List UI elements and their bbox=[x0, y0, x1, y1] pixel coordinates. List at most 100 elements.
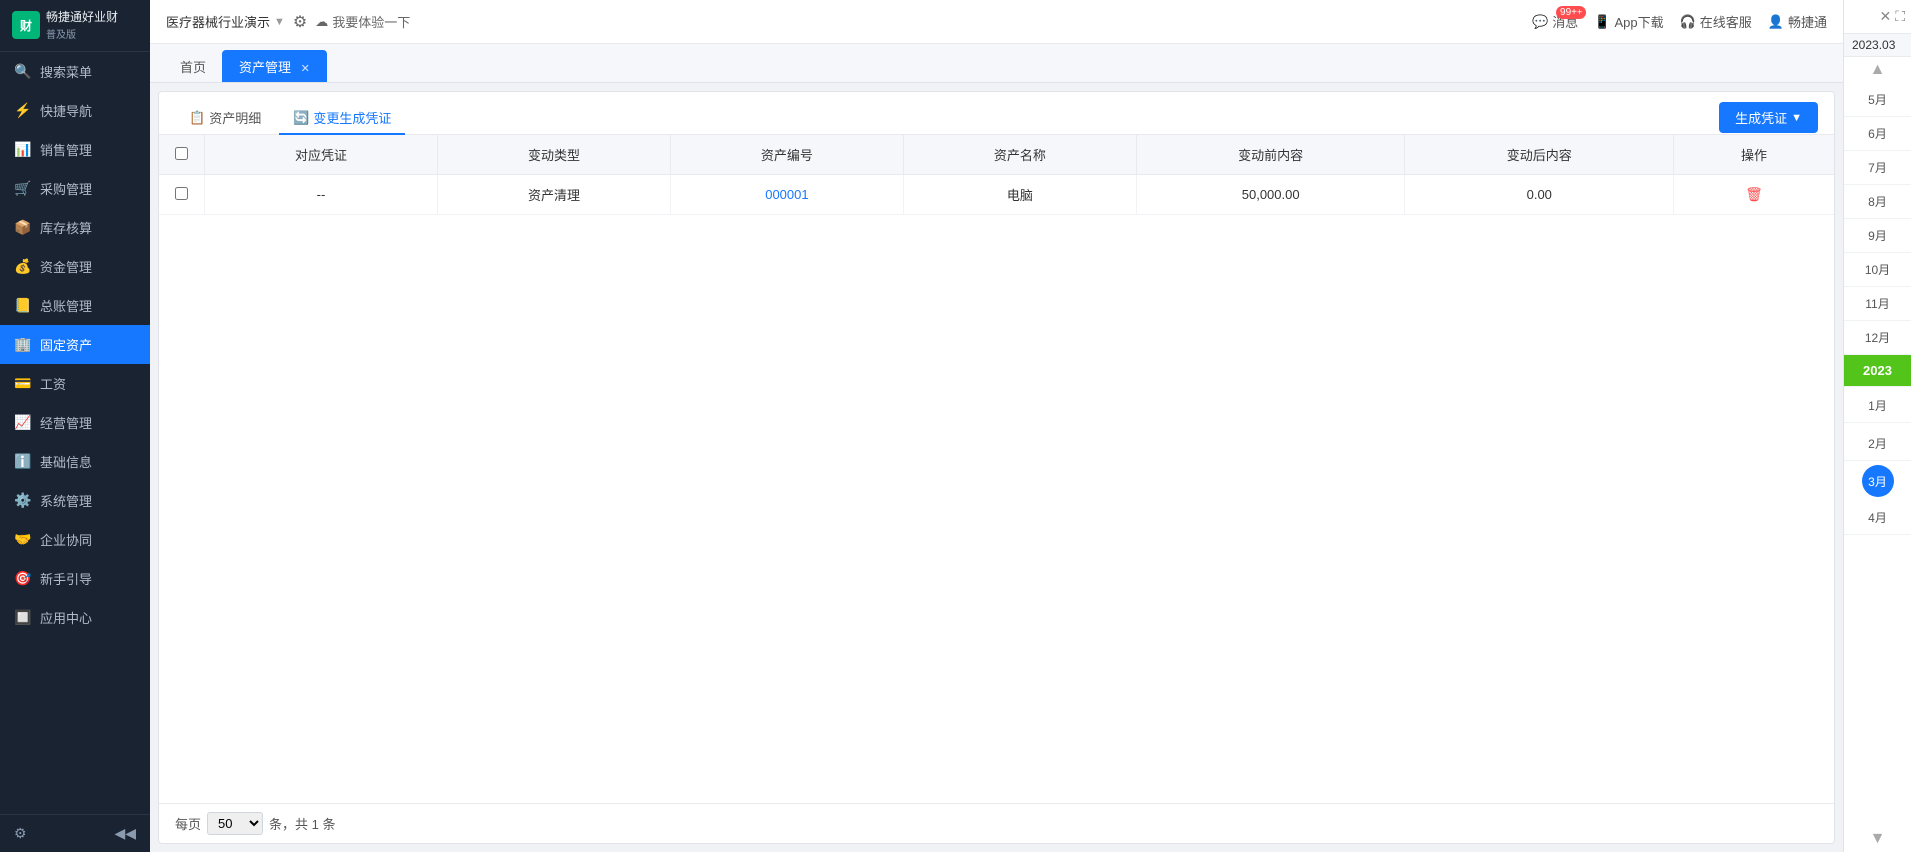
sidebar-item-inventory[interactable]: 📦库存核算 bbox=[0, 208, 150, 247]
enterprise-icon: 🤝 bbox=[14, 531, 32, 548]
search-icon: 🔍 bbox=[14, 63, 32, 80]
header-asset-name: 资产名称 bbox=[903, 135, 1136, 175]
calendar-active-month[interactable]: 3月 bbox=[1862, 465, 1894, 497]
header-before-content: 变动前内容 bbox=[1136, 135, 1405, 175]
sales-icon: 📊 bbox=[14, 141, 32, 158]
sub-tab-asset-detail[interactable]: 📋 资产明细 bbox=[175, 102, 275, 135]
calendar-month-item[interactable]: 4月 bbox=[1844, 501, 1911, 535]
company-name: 医疗器械行业演示 bbox=[166, 12, 270, 31]
calendar-month-item[interactable]: 8月 bbox=[1844, 185, 1911, 219]
experience-button[interactable]: ☁ 我要体验一下 bbox=[315, 12, 410, 31]
settings-gear-icon[interactable]: ⚙ bbox=[293, 12, 307, 32]
sidebar-item-quick-nav[interactable]: ⚡快捷导航 bbox=[0, 91, 150, 130]
sidebar-item-apps[interactable]: 🔲 应用中心 bbox=[0, 598, 150, 637]
tab-close-icon[interactable]: ✕ bbox=[301, 63, 310, 75]
calendar-down-icon[interactable]: ▼ bbox=[1844, 826, 1911, 852]
row-asset-name: 电脑 bbox=[903, 175, 1136, 215]
cloud-icon: ☁ bbox=[315, 14, 328, 30]
home-tab[interactable]: 首页 bbox=[166, 51, 220, 82]
sidebar-item-sales[interactable]: 📊 销售管理 bbox=[0, 130, 150, 169]
calendar-month-item[interactable]: 2月 bbox=[1844, 427, 1911, 461]
finance-icon: 💰 bbox=[14, 258, 32, 275]
row-checkbox-0[interactable] bbox=[175, 187, 188, 200]
management-icon: 📈 bbox=[14, 414, 32, 431]
select-all-checkbox[interactable] bbox=[175, 147, 188, 160]
customer-service-button[interactable]: 🎧 在线客服 bbox=[1680, 12, 1752, 31]
row-change-type: 资产清理 bbox=[437, 175, 670, 215]
sidebar-footer: ⚙ ◀◀ bbox=[0, 814, 150, 852]
guide-icon: 🎯 bbox=[14, 570, 32, 587]
collapse-icon[interactable]: ◀◀ bbox=[114, 825, 136, 842]
right-panel: ✕ ⛶ 2023.03 ▲ 5月6月7月8月9月10月11月12月20231月2… bbox=[1843, 0, 1911, 852]
sidebar-label-finance: 资金管理 bbox=[40, 257, 92, 276]
phone-icon: 📱 bbox=[1594, 14, 1610, 30]
apps-icon: 🔲 bbox=[14, 609, 32, 626]
calendar-month-item[interactable]: 1月 bbox=[1844, 389, 1911, 423]
sub-tab-change-voucher-label: 变更生成凭证 bbox=[313, 108, 391, 127]
header-change-type: 变动类型 bbox=[437, 135, 670, 175]
sidebar-item-payroll[interactable]: 💳工资 bbox=[0, 364, 150, 403]
table-row: -- 资产清理 000001 电脑 50,000.00 0.00 🗑 bbox=[159, 175, 1834, 215]
header-checkbox-cell bbox=[159, 135, 205, 175]
calendar-month-item[interactable]: 11月 bbox=[1844, 287, 1911, 321]
sidebar-label-apps: 应用中心 bbox=[40, 608, 92, 627]
user-menu[interactable]: 👤 畅捷通 bbox=[1768, 12, 1827, 31]
calendar-month-item[interactable]: 6月 bbox=[1844, 117, 1911, 151]
sidebar-item-guide[interactable]: 🎯 新手引导 bbox=[0, 559, 150, 598]
calendar-up-icon[interactable]: ▲ bbox=[1844, 57, 1911, 83]
sidebar-label-system: 系统管理 bbox=[40, 491, 92, 510]
sidebar-item-basic-info[interactable]: ℹ️ 基础信息 bbox=[0, 442, 150, 481]
sidebar-label-inventory: 库存核算 bbox=[40, 218, 92, 237]
per-page-select[interactable]: 10 20 50 100 bbox=[207, 812, 263, 835]
sidebar-label-sales: 销售管理 bbox=[40, 140, 92, 159]
row-after-content: 0.00 bbox=[1405, 175, 1674, 215]
sub-tab-change-voucher[interactable]: 🔄 变更生成凭证 bbox=[279, 102, 405, 135]
experience-label: 我要体验一下 bbox=[332, 12, 410, 31]
per-page-label: 每页 bbox=[175, 814, 201, 833]
ledger-icon: 📒 bbox=[14, 297, 32, 314]
app-download-label: App下载 bbox=[1614, 12, 1663, 31]
sidebar-item-ledger[interactable]: 📒总账管理 bbox=[0, 286, 150, 325]
calendar-month-item[interactable]: 7月 bbox=[1844, 151, 1911, 185]
sidebar-item-search[interactable]: 🔍搜索菜单 bbox=[0, 52, 150, 91]
headset-icon: 🎧 bbox=[1680, 14, 1696, 30]
app-download-button[interactable]: 📱 App下载 bbox=[1594, 12, 1663, 31]
fixed-assets-icon: 🏢 bbox=[14, 336, 32, 353]
total-label: 条，共 1 条 bbox=[269, 814, 335, 833]
calendar-year-marker[interactable]: 2023 bbox=[1844, 355, 1911, 387]
home-tab-label: 首页 bbox=[180, 60, 206, 75]
sidebar-item-fixed-assets[interactable]: 🏢固定资产 bbox=[0, 325, 150, 364]
purchase-icon: 🛒 bbox=[14, 180, 32, 197]
sidebar-item-management[interactable]: 📈经营管理 bbox=[0, 403, 150, 442]
sidebar-item-enterprise[interactable]: 🤝企业协同 bbox=[0, 520, 150, 559]
basic-info-icon: ℹ️ bbox=[14, 453, 32, 470]
sidebar-label-payroll: 工资 bbox=[40, 374, 66, 393]
calendar-month-item[interactable]: 12月 bbox=[1844, 321, 1911, 355]
calendar-month-item[interactable]: 9月 bbox=[1844, 219, 1911, 253]
sidebar: 财 畅捷通好业财 普及版 🔍搜索菜单⚡快捷导航📊销售管理🛒采购管理📦库存核算💰资… bbox=[0, 0, 150, 852]
sidebar-item-system[interactable]: ⚙️系统管理 bbox=[0, 481, 150, 520]
sidebar-item-finance[interactable]: 💰 资金管理 bbox=[0, 247, 150, 286]
generate-voucher-button[interactable]: 生成凭证 ▼ bbox=[1719, 102, 1818, 133]
company-selector[interactable]: 医疗器械行业演示 ▼ bbox=[166, 12, 285, 31]
message-icon: 💬 bbox=[1532, 14, 1548, 30]
right-panel-expand-icon[interactable]: ⛶ bbox=[1895, 8, 1905, 25]
user-label: 畅捷通 bbox=[1788, 12, 1827, 31]
right-panel-close-icon[interactable]: ✕ bbox=[1879, 8, 1891, 25]
header-action: 操作 bbox=[1674, 135, 1834, 175]
delete-icon[interactable]: 🗑 bbox=[1745, 186, 1763, 202]
header-left: 医疗器械行业演示 ▼ ⚙ ☁ 我要体验一下 bbox=[166, 12, 410, 32]
calendar-month-item[interactable]: 10月 bbox=[1844, 253, 1911, 287]
messages-button[interactable]: 💬 消息 99++ bbox=[1532, 12, 1578, 31]
calendar-scroll: 5月6月7月8月9月10月11月12月20231月 2月 3月 4月 bbox=[1844, 83, 1911, 826]
main-area: 医疗器械行业演示 ▼ ⚙ ☁ 我要体验一下 💬 消息 99++ 📱 App下载 … bbox=[150, 0, 1843, 852]
generate-btn-arrow-icon: ▼ bbox=[1791, 112, 1802, 124]
sidebar-label-basic-info: 基础信息 bbox=[40, 452, 92, 471]
settings-icon[interactable]: ⚙ bbox=[14, 825, 27, 842]
row-asset-code: 000001 bbox=[670, 175, 903, 215]
sidebar-label-guide: 新手引导 bbox=[40, 569, 92, 588]
calendar-month-item[interactable]: 5月 bbox=[1844, 83, 1911, 117]
logo-sub: 普及版 bbox=[46, 26, 118, 41]
asset-mgmt-tab[interactable]: 资产管理 ✕ bbox=[222, 50, 327, 82]
sidebar-item-purchase[interactable]: 🛒采购管理 bbox=[0, 169, 150, 208]
